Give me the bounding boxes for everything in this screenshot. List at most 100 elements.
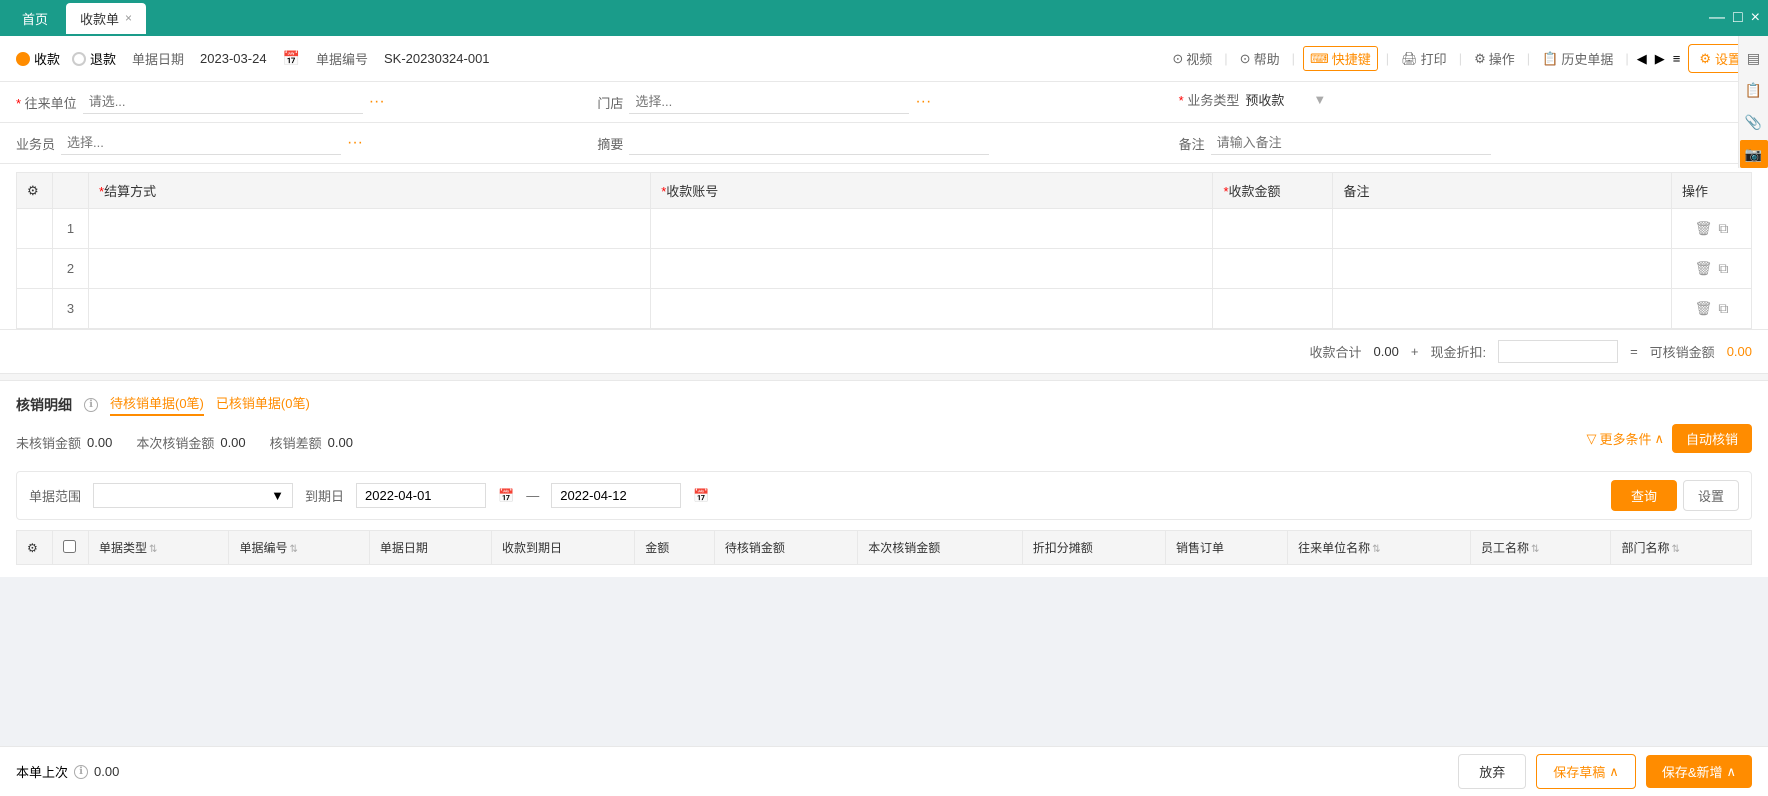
row2-delete-icon[interactable]: 🗑 — [1695, 260, 1713, 277]
radio-refund[interactable]: 退款 — [72, 49, 116, 68]
row3-notes[interactable] — [1333, 289, 1672, 329]
nav-prev-icon[interactable]: ◀ — [1637, 51, 1647, 67]
radio-receive-label: 收款 — [34, 49, 60, 68]
row2-notes[interactable] — [1333, 249, 1672, 289]
row1-account[interactable] — [651, 209, 1213, 249]
row3-account[interactable] — [651, 289, 1213, 329]
th-settings[interactable]: ⚙ — [17, 173, 53, 209]
action-video[interactable]: ⊙ 视频 — [1168, 47, 1216, 70]
row3-settings — [17, 289, 53, 329]
row3-delete-icon[interactable]: 🗑 — [1695, 300, 1713, 317]
row2-copy-icon[interactable]: ⧉ — [1718, 260, 1728, 277]
toolbar: 收款 退款 单据日期 2023-03-24 📅 单据编号 SK-20230324… — [0, 36, 1768, 82]
nav-next-icon[interactable]: ▶ — [1655, 51, 1665, 67]
more-conditions-btn[interactable]: ▽ 更多条件 ∧ — [1586, 429, 1664, 448]
window-maximize-icon[interactable]: □ — [1733, 9, 1743, 27]
save-draft-button[interactable]: 保存草稿 ∧ — [1536, 754, 1636, 789]
nav-home[interactable]: 首页 — [8, 3, 62, 34]
recon-tab-pending[interactable]: 待核销单据(0笔) — [110, 393, 204, 416]
abandon-button[interactable]: 放弃 — [1458, 754, 1526, 789]
action-history[interactable]: 📋 历史单据 — [1538, 47, 1617, 70]
action-print[interactable]: 🖨 打印 — [1397, 47, 1451, 70]
th-receipt-account: *收款账号 — [651, 173, 1213, 209]
row1-delete-icon[interactable]: 🗑 — [1695, 220, 1713, 237]
recon-info-icon[interactable]: ℹ — [84, 398, 98, 412]
filter-settings-button[interactable]: 设置 — [1683, 480, 1739, 511]
counterparty-more-icon[interactable]: ··· — [369, 93, 385, 111]
row3-amount[interactable] — [1213, 289, 1333, 329]
number-value: SK-20230324-001 — [384, 51, 490, 66]
operations-icon: ⚙ — [1474, 51, 1486, 67]
panel-attachment-icon[interactable]: 📎 — [1740, 108, 1768, 136]
salesman-label: 业务员 — [16, 134, 55, 153]
panel-doc-icon[interactable]: 📋 — [1740, 76, 1768, 104]
print-label: 打印 — [1421, 49, 1447, 68]
bth-doc-type: 单据类型⇅ — [89, 531, 229, 565]
discount-input[interactable] — [1498, 340, 1618, 363]
due-date-to-input[interactable] — [551, 483, 681, 508]
row1-num: 1 — [53, 209, 89, 249]
th-settlement-method: *结算方式 — [89, 173, 651, 209]
save-new-button[interactable]: 保存&新增 ∧ — [1646, 755, 1752, 788]
bth-counterparty: 往来单位名称⇅ — [1288, 531, 1471, 565]
nav-tab-close-icon[interactable]: × — [125, 11, 132, 25]
calendar-from-icon[interactable]: 📅 — [498, 488, 514, 504]
row1-notes[interactable] — [1333, 209, 1672, 249]
calendar-to-icon[interactable]: 📅 — [693, 488, 709, 504]
summary-field: 摘要 — [597, 131, 1170, 155]
window-minimize-icon[interactable]: — — [1709, 9, 1725, 27]
row2-settlement[interactable] — [89, 249, 651, 289]
counterparty-input[interactable] — [83, 90, 363, 114]
stat-current-verify: 本次核销金额 0.00 — [136, 433, 245, 452]
total-value: 0.00 — [1374, 344, 1399, 359]
due-date-from-input[interactable] — [356, 483, 486, 508]
bth-checkbox[interactable] — [53, 531, 89, 565]
summary-input[interactable] — [629, 131, 989, 155]
query-button[interactable]: 查询 — [1611, 480, 1677, 511]
salesman-field: 业务员 ··· — [16, 131, 589, 155]
save-new-label: 保存&新增 — [1662, 762, 1723, 781]
receipt-type-radio-group: 收款 退款 — [16, 49, 116, 68]
footer-left: 本单上次 ℹ 0.00 — [16, 762, 1448, 781]
store-more-icon[interactable]: ··· — [915, 93, 931, 111]
biz-type-label: 业务类型 — [1179, 90, 1240, 109]
row1-amount[interactable] — [1213, 209, 1333, 249]
notes-input[interactable] — [1211, 131, 1491, 155]
salesman-more-icon[interactable]: ··· — [347, 134, 363, 152]
stat-diff-value: 0.00 — [328, 435, 353, 450]
action-shortcut[interactable]: ⌨ 快捷键 — [1303, 46, 1378, 71]
action-help[interactable]: ⊙ 帮助 — [1236, 47, 1284, 70]
action-operations[interactable]: ⚙ 操作 — [1470, 47, 1519, 70]
row3-copy-icon[interactable]: ⧉ — [1718, 300, 1728, 317]
range-select[interactable]: ▼ — [93, 483, 293, 508]
nav-list-icon[interactable]: ≡ — [1673, 51, 1681, 66]
row2-amount[interactable] — [1213, 249, 1333, 289]
recon-toolbar: ▽ 更多条件 ∧ 自动核销 — [1586, 424, 1752, 453]
row2-account[interactable] — [651, 249, 1213, 289]
recon-tab-done[interactable]: 已核销单据(0笔) — [216, 393, 310, 416]
shortcut-icon: ⌨ — [1310, 51, 1329, 67]
help-icon: ⊙ — [1240, 51, 1251, 67]
date-label: 单据日期 — [132, 49, 184, 68]
panel-table-icon[interactable]: ▤ — [1740, 44, 1768, 72]
store-input[interactable] — [629, 90, 909, 114]
row1-settlement[interactable] — [89, 209, 651, 249]
receipt-table-section: ⚙ *结算方式 *收款账号 *收款金额 备注 操作 1 — [0, 172, 1768, 329]
bth-current-amount: 本次核销金额 — [858, 531, 1023, 565]
row1-copy-icon[interactable]: ⧉ — [1718, 220, 1728, 237]
auto-verify-button[interactable]: 自动核销 — [1672, 424, 1752, 453]
nav-tab-receipt[interactable]: 收款单 × — [66, 3, 146, 34]
row3-num: 3 — [53, 289, 89, 329]
radio-receive[interactable]: 收款 — [16, 49, 60, 68]
bth-settings[interactable]: ⚙ — [17, 531, 53, 565]
section-divider — [0, 373, 1768, 381]
filter-icon: ▽ — [1586, 431, 1596, 447]
salesman-input[interactable] — [61, 131, 341, 155]
biz-type-dropdown-icon[interactable]: ▼ — [1313, 92, 1326, 107]
select-all-checkbox[interactable] — [63, 540, 76, 553]
window-close-icon[interactable]: × — [1751, 9, 1760, 27]
row3-settlement[interactable] — [89, 289, 651, 329]
panel-screenshot-icon[interactable]: 📷 — [1740, 140, 1768, 168]
footer-info-icon[interactable]: ℹ — [74, 765, 88, 779]
calendar-icon[interactable]: 📅 — [283, 50, 300, 67]
